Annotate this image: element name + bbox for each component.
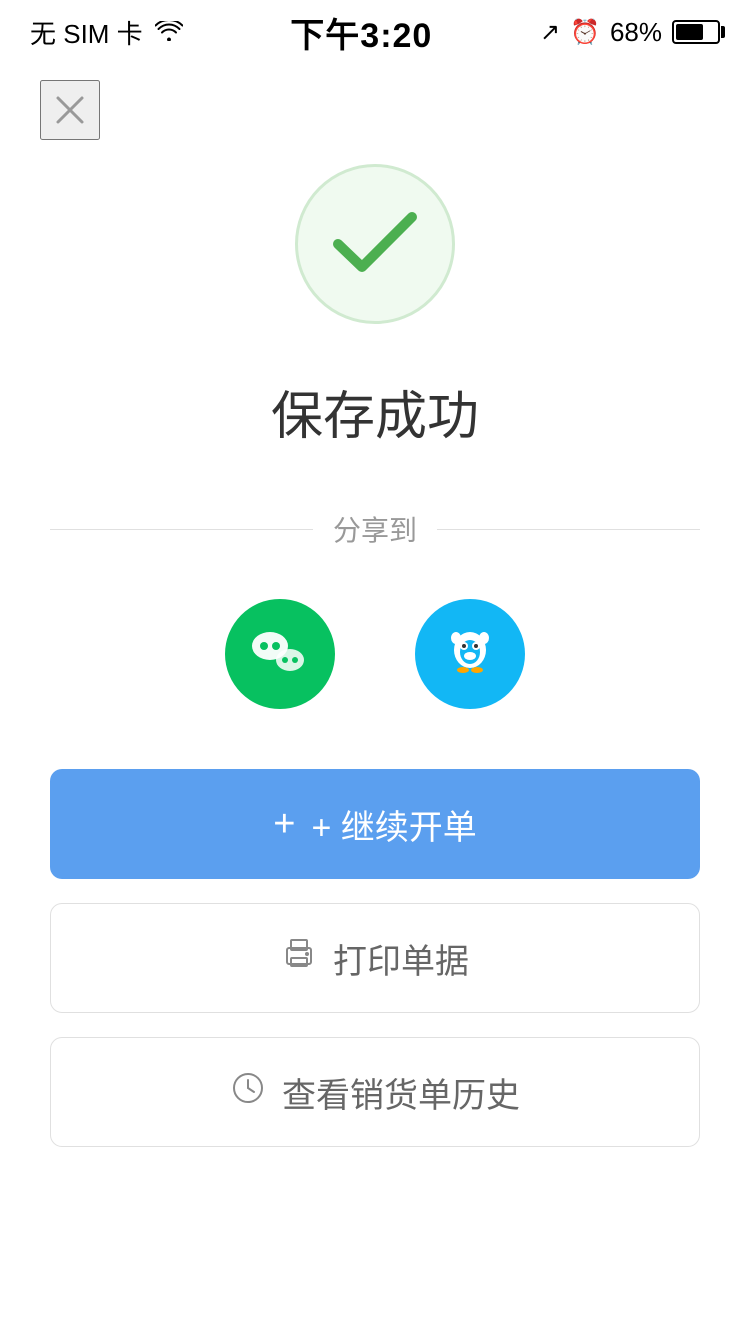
wifi-icon [155,17,183,48]
divider-right [437,529,700,530]
battery-fill [676,24,703,40]
divider-left [50,529,313,530]
location-icon: ↗ [540,18,560,47]
alarm-icon: ⏰ [570,18,600,47]
wechat-share-button[interactable] [225,599,335,709]
print-label: 打印单据 [333,934,469,983]
checkmark-icon [330,209,420,279]
status-time: 下午3:20 [290,8,432,57]
success-title: 保存成功 [271,374,479,449]
status-right: ↗ ⏰ 68% [540,17,720,48]
continue-plus-icon: + [273,803,295,846]
share-divider: 分享到 [50,509,700,549]
battery-percent: 68% [610,17,662,48]
status-left: 无 SIM 卡 [30,14,183,51]
success-circle [295,164,455,324]
share-icons [50,599,700,709]
qq-share-button[interactable] [415,599,525,709]
continue-label: + 继续开单 [311,800,476,849]
continue-button[interactable]: + + 继续开单 [50,769,700,879]
print-button[interactable]: 打印单据 [50,903,700,1013]
share-section: 分享到 [0,509,750,709]
carrier-text: 无 SIM 卡 [30,14,143,51]
history-icon [230,1070,266,1115]
main-content: 保存成功 分享到 [0,64,750,1147]
close-button[interactable] [40,80,100,140]
battery-icon [672,20,720,44]
print-icon [281,936,317,981]
history-label: 查看销货单历史 [282,1068,520,1117]
action-buttons: + + 继续开单 打印单据 [0,769,750,1147]
status-bar: 无 SIM 卡 下午3:20 ↗ ⏰ 68% [0,0,750,64]
history-button[interactable]: 查看销货单历史 [50,1037,700,1147]
share-label: 分享到 [333,509,417,549]
